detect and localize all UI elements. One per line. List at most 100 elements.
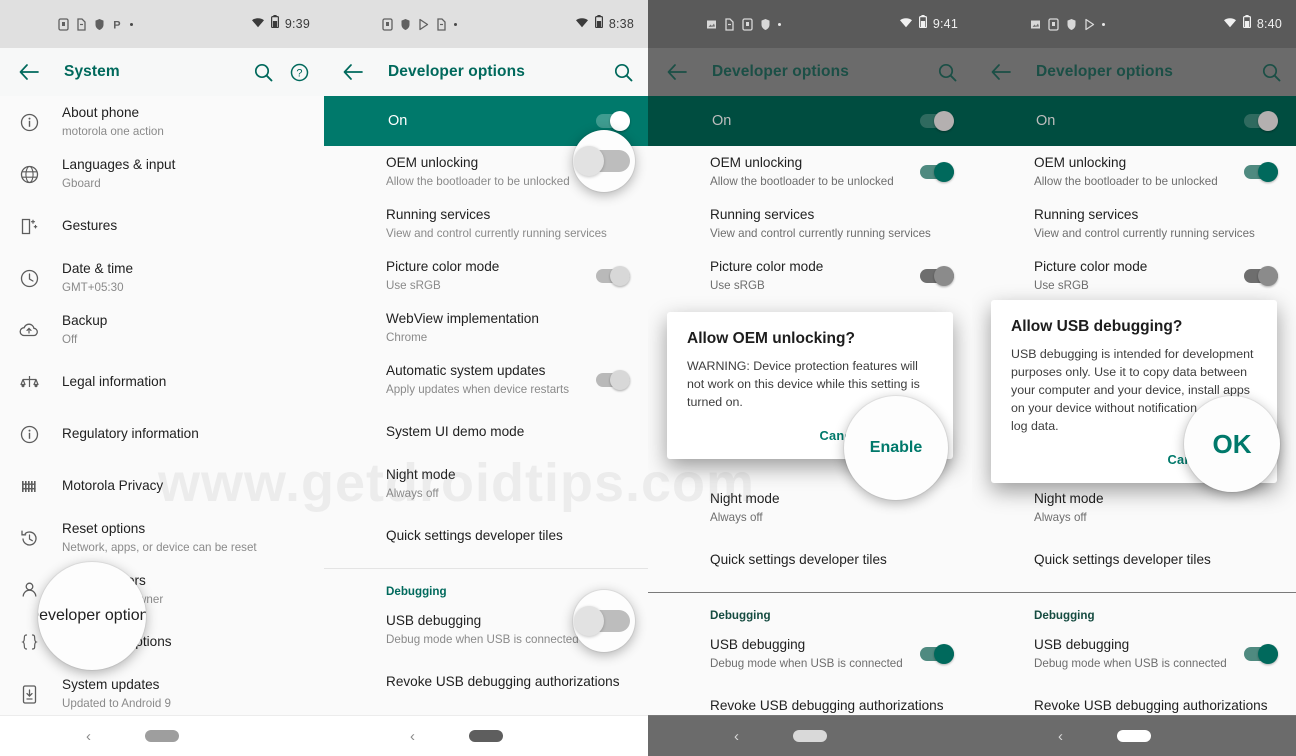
usb-debugging-switch[interactable] <box>1244 644 1278 664</box>
list-item-motorola-privacy[interactable]: Motorola Privacy <box>0 460 324 512</box>
list-item-text: Quick settings developer tiles <box>1034 551 1278 569</box>
page-title: Developer options <box>388 63 525 80</box>
list-item-gestures[interactable]: Gestures <box>0 200 324 252</box>
nav-home-pill[interactable] <box>793 730 827 742</box>
back-arrow-icon[interactable] <box>14 57 44 87</box>
list-item-text: WebView implementation Chrome <box>386 310 630 345</box>
list-item-legal-information[interactable]: Legal information <box>0 356 324 408</box>
list-item-languages-input[interactable]: Languages & input Gboard <box>0 148 324 200</box>
list-item-night-mode[interactable]: Night mode Always off <box>972 482 1296 534</box>
magnifier-oem-unlocking-switch <box>573 130 635 192</box>
list-item-quick-settings-developer-tiles[interactable]: Quick settings developer tiles <box>324 510 648 562</box>
master-toggle-switch[interactable] <box>1244 111 1278 131</box>
usb-debugging-switch-magnified[interactable] <box>574 606 630 636</box>
list-item-webview-implementation[interactable]: WebView implementation Chrome <box>324 302 648 354</box>
list-item-quick-settings-developer-tiles[interactable]: Quick settings developer tiles <box>648 534 972 586</box>
back-arrow-icon[interactable] <box>986 57 1016 87</box>
status-notification-icons <box>382 17 457 31</box>
list-item-title: Revoke USB debugging authorizations <box>710 698 944 714</box>
developer-options-master-toggle-row[interactable]: On <box>972 96 1296 146</box>
overflow-dot-icon <box>778 22 781 26</box>
list-item-system-ui-demo-mode[interactable]: System UI demo mode <box>324 406 648 458</box>
status-right-cluster: 9:41 <box>899 15 958 33</box>
master-toggle-switch[interactable] <box>920 111 954 131</box>
picture-color-mode-switch[interactable] <box>920 266 954 286</box>
braces-icon <box>18 633 40 651</box>
nav-back-icon[interactable]: ‹ <box>410 728 415 745</box>
oem-unlocking-switch[interactable] <box>920 162 954 182</box>
app-bar-actions <box>936 61 958 83</box>
list-item-title: Running services <box>1034 207 1139 223</box>
list-item-regulatory-information[interactable]: Regulatory information <box>0 408 324 460</box>
list-item-oem-unlocking[interactable]: OEM unlocking Allow the bootloader to be… <box>972 146 1296 198</box>
dialog-title: Allow USB debugging? <box>1011 318 1183 335</box>
list-item-running-services[interactable]: Running services View and control curren… <box>972 198 1296 250</box>
list-item-text: Running services View and control curren… <box>1034 206 1278 241</box>
list-item-text: System UI demo mode <box>386 423 630 441</box>
battery-icon <box>270 15 279 33</box>
search-icon[interactable] <box>252 61 274 83</box>
list-item-text: Quick settings developer tiles <box>386 527 630 545</box>
sim-card-icon <box>742 17 753 31</box>
grid-icon <box>18 479 40 494</box>
list-item-picture-color-mode[interactable]: Picture color mode Use sRGB <box>324 250 648 302</box>
list-item-date-time[interactable]: Date & time GMT+05:30 <box>0 252 324 304</box>
list-item-quick-settings-developer-tiles[interactable]: Quick settings developer tiles <box>972 534 1296 586</box>
list-item-night-mode[interactable]: Night mode Always off <box>324 458 648 510</box>
automatic-system-updates-switch[interactable] <box>596 370 630 390</box>
status-clock: 8:38 <box>608 17 634 31</box>
person-icon <box>18 581 40 599</box>
clock-icon <box>18 269 40 288</box>
list-item-title: WebView implementation <box>386 311 539 327</box>
nav-home-pill[interactable] <box>1117 730 1151 742</box>
oem-unlocking-switch[interactable] <box>1244 162 1278 182</box>
list-item-usb-debugging[interactable]: USB debugging Debug mode when USB is con… <box>972 628 1296 680</box>
oem-unlocking-switch-magnified[interactable] <box>574 146 630 176</box>
list-item-picture-color-mode[interactable]: Picture color mode Use sRGB <box>648 250 972 302</box>
nav-back-icon[interactable]: ‹ <box>734 728 739 745</box>
panel-oem-dialog: 9:41 Developer options On OEM unlocking … <box>648 0 972 756</box>
picture-color-mode-switch[interactable] <box>596 266 630 286</box>
search-icon[interactable] <box>936 61 958 83</box>
list-item-usb-debugging[interactable]: USB debugging Debug mode when USB is con… <box>648 628 972 680</box>
system-nav-bar: ‹ <box>972 715 1296 756</box>
list-item-running-services[interactable]: Running services View and control curren… <box>648 198 972 250</box>
nav-home-pill[interactable] <box>469 730 503 742</box>
nav-back-icon[interactable]: ‹ <box>86 728 91 745</box>
back-arrow-icon[interactable] <box>338 57 368 87</box>
master-toggle-switch[interactable] <box>596 111 630 131</box>
list-item-automatic-system-updates[interactable]: Automatic system updates Apply updates w… <box>324 354 648 406</box>
nav-back-icon[interactable]: ‹ <box>1058 728 1063 745</box>
list-item-title: Running services <box>386 207 491 223</box>
list-item-oem-unlocking[interactable]: OEM unlocking Allow the bootloader to be… <box>648 146 972 198</box>
list-item-running-services[interactable]: Running services View and control curren… <box>324 198 648 250</box>
panel-usb-dialog: 8:40 Developer options On OEM unlocking … <box>972 0 1296 756</box>
list-item-title: Date & time <box>62 261 134 277</box>
shield-icon <box>94 18 105 31</box>
list-item-system-updates[interactable]: System updates Updated to Android 9 <box>0 668 324 720</box>
cloud-backup-icon <box>18 322 40 338</box>
panel-system: P 9:39 System ? About phone motorola one… <box>0 0 324 756</box>
usb-debugging-switch[interactable] <box>920 644 954 664</box>
help-icon[interactable]: ? <box>288 61 310 83</box>
list-item-about-phone[interactable]: About phone motorola one action <box>0 96 324 148</box>
back-arrow-icon[interactable] <box>662 57 692 87</box>
nav-home-pill[interactable] <box>145 730 179 742</box>
search-icon[interactable] <box>1260 61 1282 83</box>
list-item-text: Languages & input Gboard <box>62 156 306 191</box>
list-item-reset-options[interactable]: Reset options Network, apps, or device c… <box>0 512 324 564</box>
developer-options-master-toggle-row[interactable]: On <box>648 96 972 146</box>
wifi-icon <box>899 15 913 33</box>
image-icon <box>1030 18 1041 31</box>
list-item-backup[interactable]: Backup Off <box>0 304 324 356</box>
list-item-subtitle: Allow the bootloader to be unlocked <box>710 175 894 189</box>
status-right-cluster: 8:40 <box>1223 15 1282 33</box>
status-notification-icons <box>706 17 781 31</box>
play-icon <box>1084 18 1095 31</box>
picture-color-mode-switch[interactable] <box>1244 266 1278 286</box>
search-icon[interactable] <box>612 61 634 83</box>
list-item-revoke-usb-debugging[interactable]: Revoke USB debugging authorizations <box>324 656 648 708</box>
list-item-picture-color-mode[interactable]: Picture color mode Use sRGB <box>972 250 1296 302</box>
image-icon <box>706 18 717 31</box>
list-item-title: Revoke USB debugging authorizations <box>1034 698 1268 714</box>
